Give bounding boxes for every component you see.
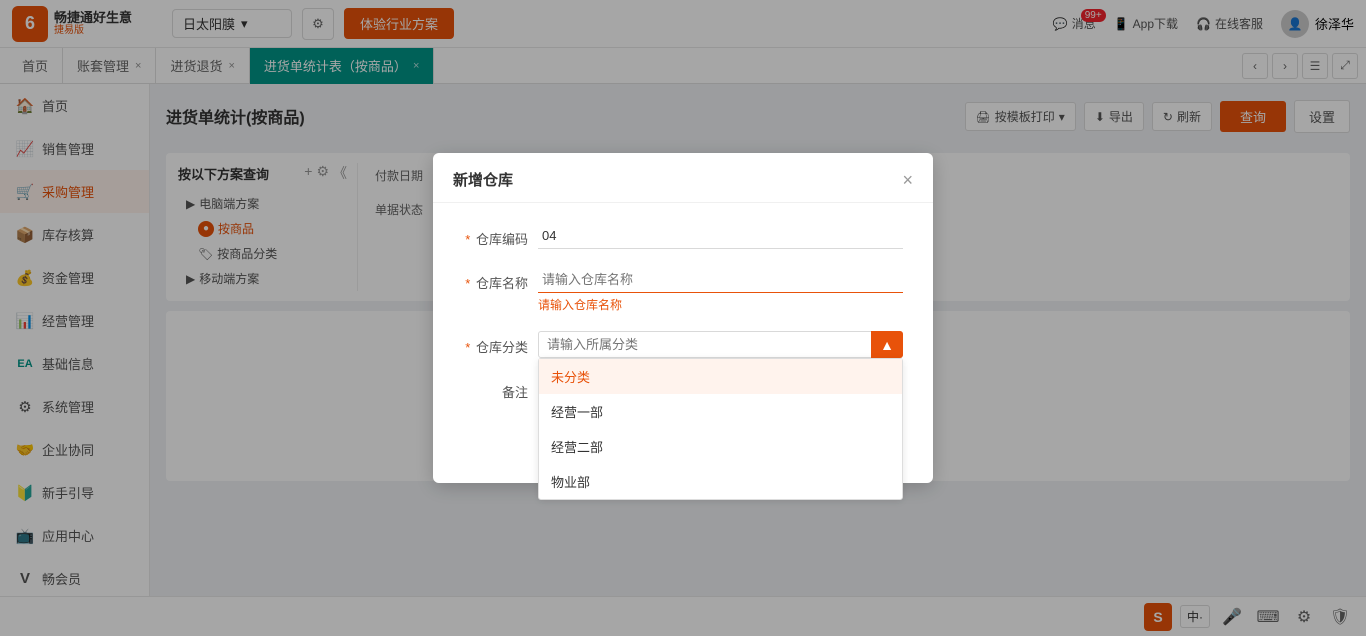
category-option-dept1[interactable]: 经营一部 xyxy=(539,394,902,429)
name-error-message: 请输入仓库名称 xyxy=(538,296,903,313)
dialog-header: 新增仓库 × xyxy=(433,153,933,203)
category-wrapper: ▲ 未分类 经营一部 经营二部 物业部 xyxy=(538,331,903,358)
form-row-name: * 仓库名称 请输入仓库名称 xyxy=(463,267,903,313)
code-label: * 仓库编码 xyxy=(463,223,528,248)
name-label: * 仓库名称 xyxy=(463,267,528,292)
category-toggle-button[interactable]: ▲ xyxy=(871,331,903,358)
remarks-label: 备注 xyxy=(463,376,528,401)
dialog-close-button[interactable]: × xyxy=(902,171,913,189)
name-field-wrapper: 请输入仓库名称 xyxy=(538,267,903,313)
category-label: * 仓库分类 xyxy=(463,331,528,356)
form-row-category: * 仓库分类 ▲ 未分类 经营一部 经营二部 物业部 xyxy=(463,331,903,358)
category-option-dept2[interactable]: 经营二部 xyxy=(539,429,902,464)
category-dropdown: 未分类 经营一部 经营二部 物业部 xyxy=(538,358,903,500)
category-option-unclassified[interactable]: 未分类 xyxy=(539,359,902,394)
code-input[interactable] xyxy=(538,223,903,249)
category-input[interactable] xyxy=(538,331,903,358)
category-option-property[interactable]: 物业部 xyxy=(539,464,902,499)
modal-overlay[interactable]: 新增仓库 × * 仓库编码 * 仓库名称 请输入仓库名称 xyxy=(0,0,1366,636)
chevron-up-icon: ▲ xyxy=(880,337,894,353)
dialog-title: 新增仓库 xyxy=(453,169,513,190)
dialog-body: * 仓库编码 * 仓库名称 请输入仓库名称 * xyxy=(433,203,933,430)
new-warehouse-dialog: 新增仓库 × * 仓库编码 * 仓库名称 请输入仓库名称 xyxy=(433,153,933,483)
form-row-code: * 仓库编码 xyxy=(463,223,903,249)
name-input[interactable] xyxy=(538,267,903,293)
